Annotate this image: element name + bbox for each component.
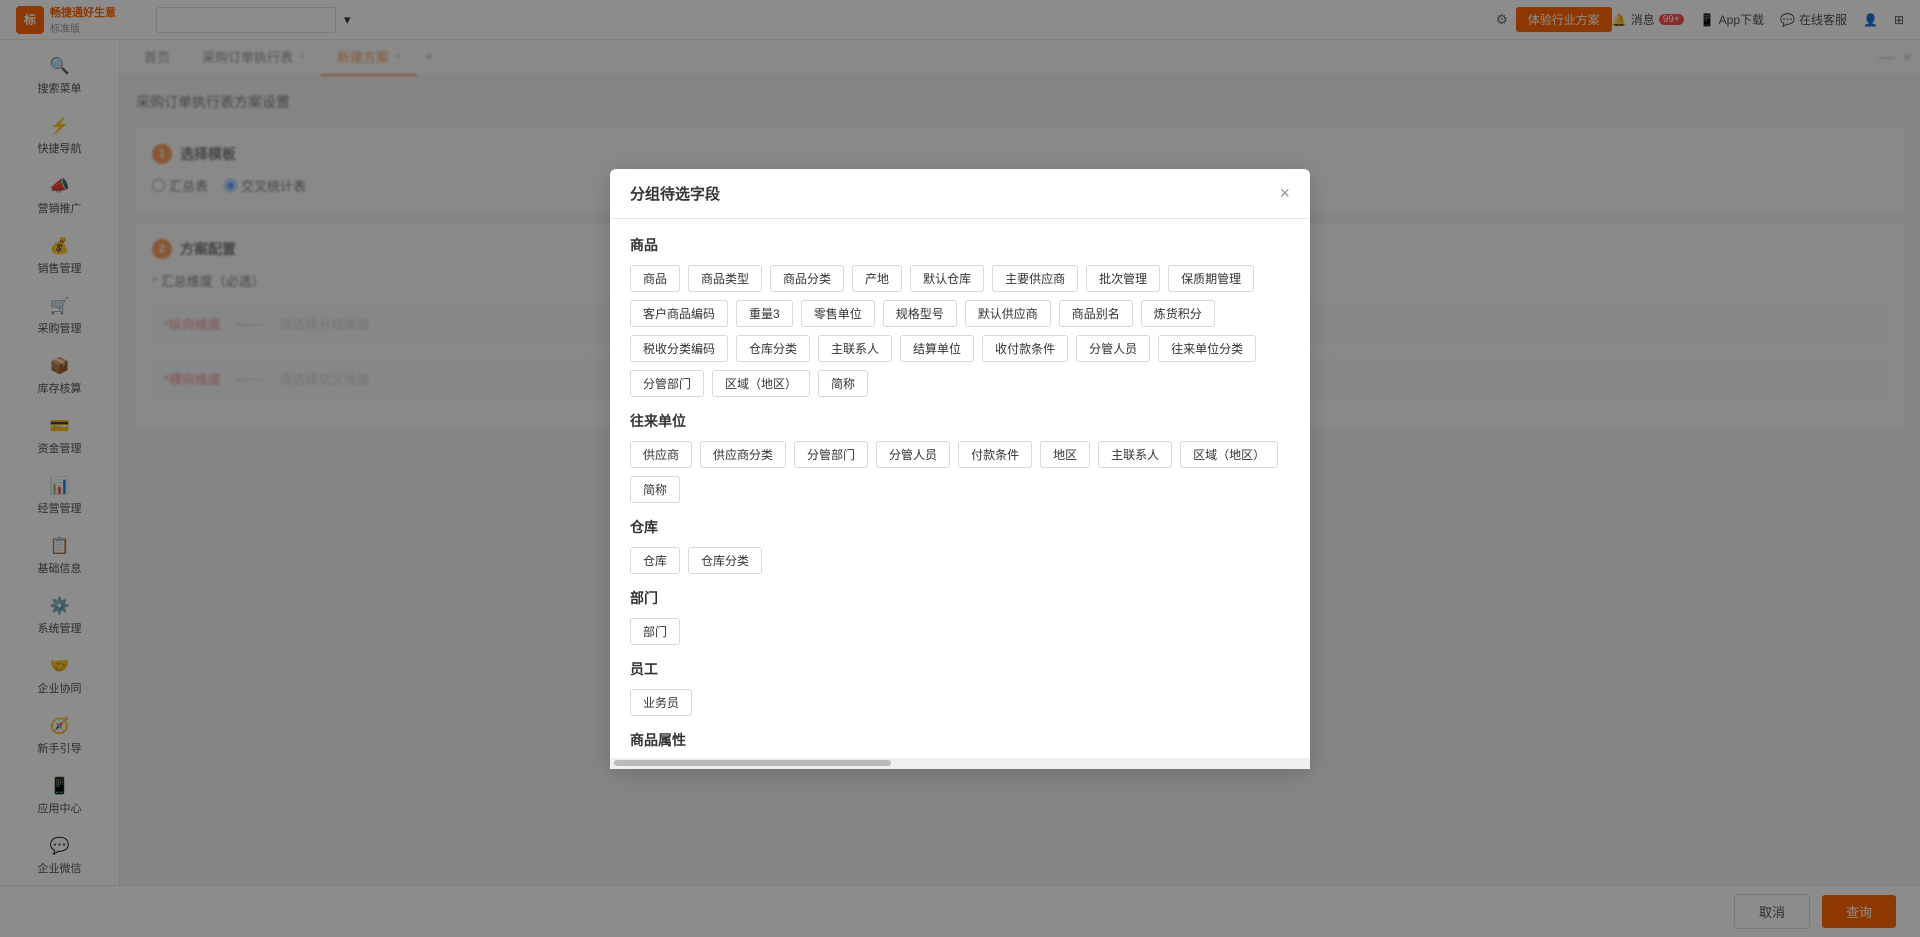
field-tag-partner-供应商[interactable]: 供应商 [630,441,692,468]
field-tag-product-默认仓库[interactable]: 默认仓库 [910,265,984,292]
field-tag-product-商品类型[interactable]: 商品类型 [688,265,762,292]
field-tag-product-分管部门[interactable]: 分管部门 [630,370,704,397]
section-title-product-attr: 商品属性 [630,730,1290,750]
field-tag-product-往来单位分类[interactable]: 往来单位分类 [1158,335,1256,362]
field-tag-product-重量3[interactable]: 重量3 [736,300,793,327]
field-tag-product-结算单位[interactable]: 结算单位 [900,335,974,362]
field-tag-product-炼货积分[interactable]: 炼货积分 [1141,300,1215,327]
field-grid-partner: 供应商 供应商分类 分管部门 分管人员 付款条件 地区 主联系人 区域（地区） … [630,441,1290,503]
field-tag-product-默认供应商[interactable]: 默认供应商 [965,300,1051,327]
field-tag-product-规格型号[interactable]: 规格型号 [883,300,957,327]
modal-close-button[interactable]: × [1279,183,1290,204]
modal-body: 商品 商品 商品类型 商品分类 产地 默认仓库 主要供应商 批次管理 保质期管理… [610,219,1310,759]
field-tag-dept-部门[interactable]: 部门 [630,618,680,645]
field-grid-product: 商品 商品类型 商品分类 产地 默认仓库 主要供应商 批次管理 保质期管理 客户… [630,265,1290,397]
field-tag-product-分管人员[interactable]: 分管人员 [1076,335,1150,362]
field-tag-partner-付款条件[interactable]: 付款条件 [958,441,1032,468]
field-tag-product-简称[interactable]: 简称 [818,370,868,397]
field-tag-warehouse-仓库[interactable]: 仓库 [630,547,680,574]
field-tag-product-收付款条件[interactable]: 收付款条件 [982,335,1068,362]
field-tag-partner-地区[interactable]: 地区 [1040,441,1090,468]
modal-header: 分组待选字段 × [610,169,1310,219]
field-tag-product-主联系人[interactable]: 主联系人 [818,335,892,362]
field-tag-partner-区域地区[interactable]: 区域（地区） [1180,441,1278,468]
field-tag-product-商品分类[interactable]: 商品分类 [770,265,844,292]
field-grid-warehouse: 仓库 仓库分类 [630,547,1290,574]
section-title-employee: 员工 [630,659,1290,679]
modal-hscroll-thumb [614,760,891,766]
field-tag-product-产地[interactable]: 产地 [852,265,902,292]
field-tag-partner-分管人员[interactable]: 分管人员 [876,441,950,468]
field-tag-product-仓库分类[interactable]: 仓库分类 [736,335,810,362]
section-title-product: 商品 [630,235,1290,255]
field-tag-product-商品[interactable]: 商品 [630,265,680,292]
field-tag-product-客户商品编码[interactable]: 客户商品编码 [630,300,728,327]
section-title-department: 部门 [630,588,1290,608]
field-select-modal: 分组待选字段 × 商品 商品 商品类型 商品分类 产地 默认仓库 主要供应商 批… [610,169,1310,769]
field-tag-partner-供应商分类[interactable]: 供应商分类 [700,441,786,468]
modal-title: 分组待选字段 [630,183,720,204]
field-tag-product-批次管理[interactable]: 批次管理 [1086,265,1160,292]
field-tag-emp-业务员[interactable]: 业务员 [630,689,692,716]
section-title-warehouse: 仓库 [630,517,1290,537]
field-tag-product-主要供应商[interactable]: 主要供应商 [992,265,1078,292]
field-grid-employee: 业务员 [630,689,1290,716]
field-tag-product-区域地区[interactable]: 区域（地区） [712,370,810,397]
field-tag-partner-简称[interactable]: 简称 [630,476,680,503]
field-tag-partner-分管部门[interactable]: 分管部门 [794,441,868,468]
field-tag-partner-主联系人[interactable]: 主联系人 [1098,441,1172,468]
section-title-partner: 往来单位 [630,411,1290,431]
field-tag-product-零售单位[interactable]: 零售单位 [801,300,875,327]
field-grid-department: 部门 [630,618,1290,645]
field-tag-product-商品别名[interactable]: 商品别名 [1059,300,1133,327]
field-tag-product-税收分类编码[interactable]: 税收分类编码 [630,335,728,362]
field-tag-product-保质期管理[interactable]: 保质期管理 [1168,265,1254,292]
field-tag-warehouse-仓库分类[interactable]: 仓库分类 [688,547,762,574]
modal-horizontal-scrollbar[interactable] [610,758,1310,768]
